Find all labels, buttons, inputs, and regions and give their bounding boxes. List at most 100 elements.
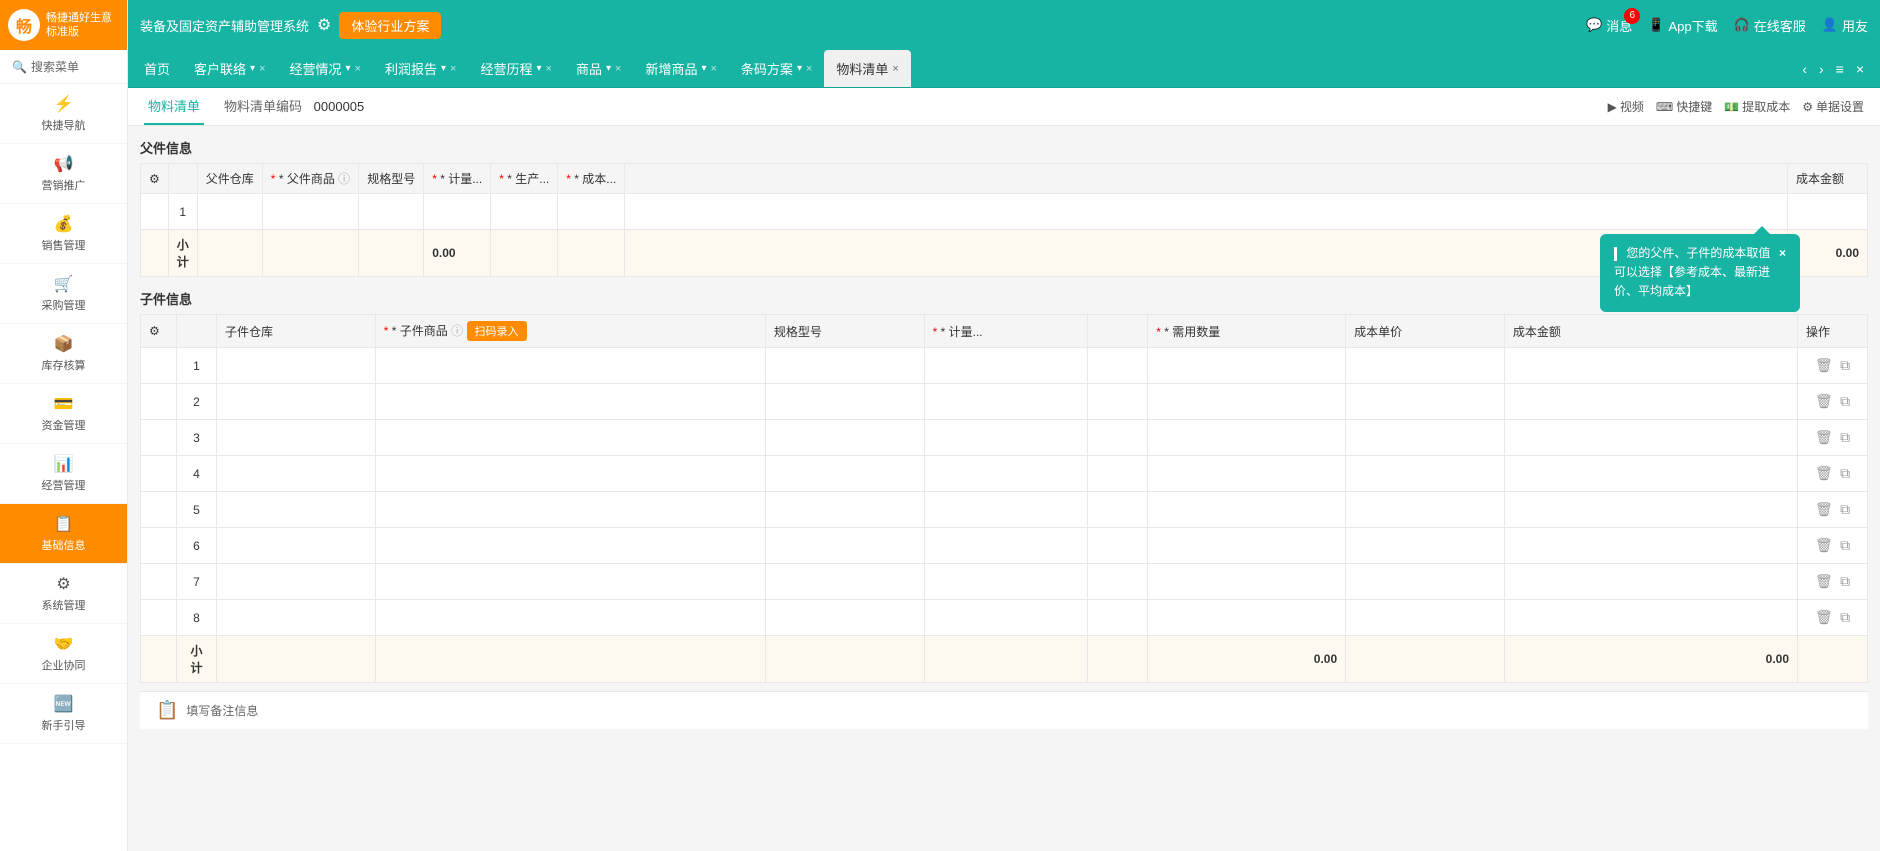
copy-icon[interactable]: ⧉ — [1840, 501, 1850, 517]
sidebar-item-basic[interactable]: 📋 基础信息 — [0, 504, 127, 564]
sidebar-item-marketing[interactable]: 📢 营销推广 — [0, 144, 127, 204]
view-action[interactable]: ▶ 视频 — [1608, 98, 1644, 115]
copy-icon[interactable]: ⧉ — [1840, 465, 1850, 481]
parent-row-goods[interactable] — [262, 194, 358, 230]
child-row-unit-cost[interactable] — [1346, 384, 1505, 420]
delete-icon[interactable]: 🗑 — [1815, 393, 1833, 409]
trial-button[interactable]: 体验行业方案 — [339, 12, 441, 39]
topbar-app-download[interactable]: 📱 App下载 — [1648, 16, 1717, 35]
child-row-qty[interactable] — [924, 564, 1088, 600]
sidebar-item-guide[interactable]: 🆕 新手引导 — [0, 684, 127, 744]
child-col-setting[interactable]: ⚙ — [141, 315, 177, 348]
child-row-needed[interactable] — [1148, 456, 1346, 492]
child-row-warehouse[interactable] — [217, 564, 376, 600]
close-icon[interactable]: × — [450, 63, 456, 75]
sidebar-item-collab[interactable]: 🤝 企业协同 — [0, 624, 127, 684]
nav-menu-icon[interactable]: ≡ — [1832, 59, 1848, 79]
child-row-warehouse[interactable] — [217, 420, 376, 456]
settings-action[interactable]: ⚙ 单据设置 — [1802, 98, 1864, 115]
parent-row-warehouse[interactable] — [197, 194, 262, 230]
child-row-unit-cost[interactable] — [1346, 348, 1505, 384]
delete-icon[interactable]: 🗑 — [1815, 429, 1833, 445]
child-row-spec[interactable] — [765, 420, 924, 456]
close-icon[interactable]: × — [892, 63, 898, 75]
child-row-unit-cost[interactable] — [1346, 420, 1505, 456]
sidebar-item-quick-nav[interactable]: ⚡ 快捷导航 — [0, 84, 127, 144]
tab-barcode[interactable]: 条码方案 ▾ × — [729, 50, 824, 87]
sidebar-item-purchase[interactable]: 🛒 采购管理 — [0, 264, 127, 324]
close-icon[interactable]: × — [806, 63, 812, 75]
shortcut-action[interactable]: ⌨ 快捷键 — [1656, 98, 1712, 115]
tab-bom[interactable]: 物料清单 × — [824, 50, 910, 87]
sub-tab-bom-list[interactable]: 物料清单 — [144, 88, 204, 125]
tab-customer[interactable]: 客户联络 ▾ × — [182, 50, 277, 87]
child-row-spec[interactable] — [765, 564, 924, 600]
child-row-qty[interactable] — [924, 348, 1088, 384]
parent-row-produce[interactable] — [491, 194, 558, 230]
child-row-unit-cost[interactable] — [1346, 528, 1505, 564]
child-row-spec[interactable] — [765, 528, 924, 564]
tab-new-goods[interactable]: 新增商品 ▾ × — [633, 50, 728, 87]
parent-col-setting[interactable]: ⚙ — [141, 164, 169, 194]
nav-next-icon[interactable]: › — [1815, 59, 1828, 79]
tab-operations[interactable]: 经营情况 ▾ × — [278, 50, 373, 87]
child-row-warehouse[interactable] — [217, 456, 376, 492]
sidebar-item-inventory[interactable]: 📦 库存核算 — [0, 324, 127, 384]
child-row-needed[interactable] — [1148, 420, 1346, 456]
copy-icon[interactable]: ⧉ — [1840, 537, 1850, 553]
child-row-qty[interactable] — [924, 600, 1088, 636]
child-row-unit-cost[interactable] — [1346, 492, 1505, 528]
copy-icon[interactable]: ⧉ — [1840, 393, 1850, 409]
child-row-qty[interactable] — [924, 384, 1088, 420]
topbar-user[interactable]: 👤 用友 — [1822, 16, 1868, 35]
sidebar-item-sales[interactable]: 💰 销售管理 — [0, 204, 127, 264]
child-row-warehouse[interactable] — [217, 384, 376, 420]
child-row-qty[interactable] — [924, 420, 1088, 456]
topbar-message[interactable]: 💬 消息 6 — [1586, 16, 1632, 35]
delete-icon[interactable]: 🗑 — [1815, 573, 1833, 589]
tab-profit[interactable]: 利润报告 ▾ × — [373, 50, 468, 87]
tab-home[interactable]: 首页 — [132, 50, 182, 87]
parent-row-cost[interactable] — [558, 194, 625, 230]
close-icon[interactable]: × — [355, 63, 361, 75]
sidebar-item-finance[interactable]: 💳 资金管理 — [0, 384, 127, 444]
child-row-unit-cost[interactable] — [1346, 564, 1505, 600]
child-row-spec[interactable] — [765, 492, 924, 528]
parent-row-qty[interactable] — [424, 194, 491, 230]
child-row-spec[interactable] — [765, 384, 924, 420]
child-row-goods[interactable] — [375, 600, 765, 636]
tooltip-close-button[interactable]: × — [1779, 244, 1786, 263]
child-row-spec[interactable] — [765, 456, 924, 492]
sidebar-item-ops[interactable]: 📊 经营管理 — [0, 444, 127, 504]
child-row-needed[interactable] — [1148, 384, 1346, 420]
copy-icon[interactable]: ⧉ — [1840, 357, 1850, 373]
parent-row-spec[interactable] — [359, 194, 424, 230]
child-row-needed[interactable] — [1148, 564, 1346, 600]
topbar-settings-icon[interactable]: ⚙ — [317, 15, 331, 35]
copy-icon[interactable]: ⧉ — [1840, 609, 1850, 625]
child-row-warehouse[interactable] — [217, 348, 376, 384]
delete-icon[interactable]: 🗑 — [1815, 501, 1833, 517]
close-icon[interactable]: × — [615, 63, 621, 75]
copy-icon[interactable]: ⧉ — [1840, 429, 1850, 445]
scan-button[interactable]: 扫码录入 — [467, 321, 527, 341]
child-row-unit-cost[interactable] — [1346, 600, 1505, 636]
tab-history[interactable]: 经营历程 ▾ × — [468, 50, 563, 87]
child-row-goods[interactable] — [375, 564, 765, 600]
delete-icon[interactable]: 🗑 — [1815, 537, 1833, 553]
nav-prev-icon[interactable]: ‹ — [1798, 59, 1811, 79]
cost-action[interactable]: 💵 提取成本 — [1724, 98, 1790, 115]
child-row-goods[interactable] — [375, 420, 765, 456]
child-row-goods[interactable] — [375, 384, 765, 420]
copy-icon[interactable]: ⧉ — [1840, 573, 1850, 589]
child-row-qty[interactable] — [924, 528, 1088, 564]
child-row-needed[interactable] — [1148, 492, 1346, 528]
sidebar-search[interactable]: 🔍 搜索菜单 — [0, 50, 127, 84]
child-row-warehouse[interactable] — [217, 600, 376, 636]
child-row-spec[interactable] — [765, 600, 924, 636]
child-row-warehouse[interactable] — [217, 492, 376, 528]
child-row-goods[interactable] — [375, 528, 765, 564]
child-row-qty[interactable] — [924, 492, 1088, 528]
child-row-goods[interactable] — [375, 492, 765, 528]
nav-close-icon[interactable]: × — [1852, 59, 1868, 79]
